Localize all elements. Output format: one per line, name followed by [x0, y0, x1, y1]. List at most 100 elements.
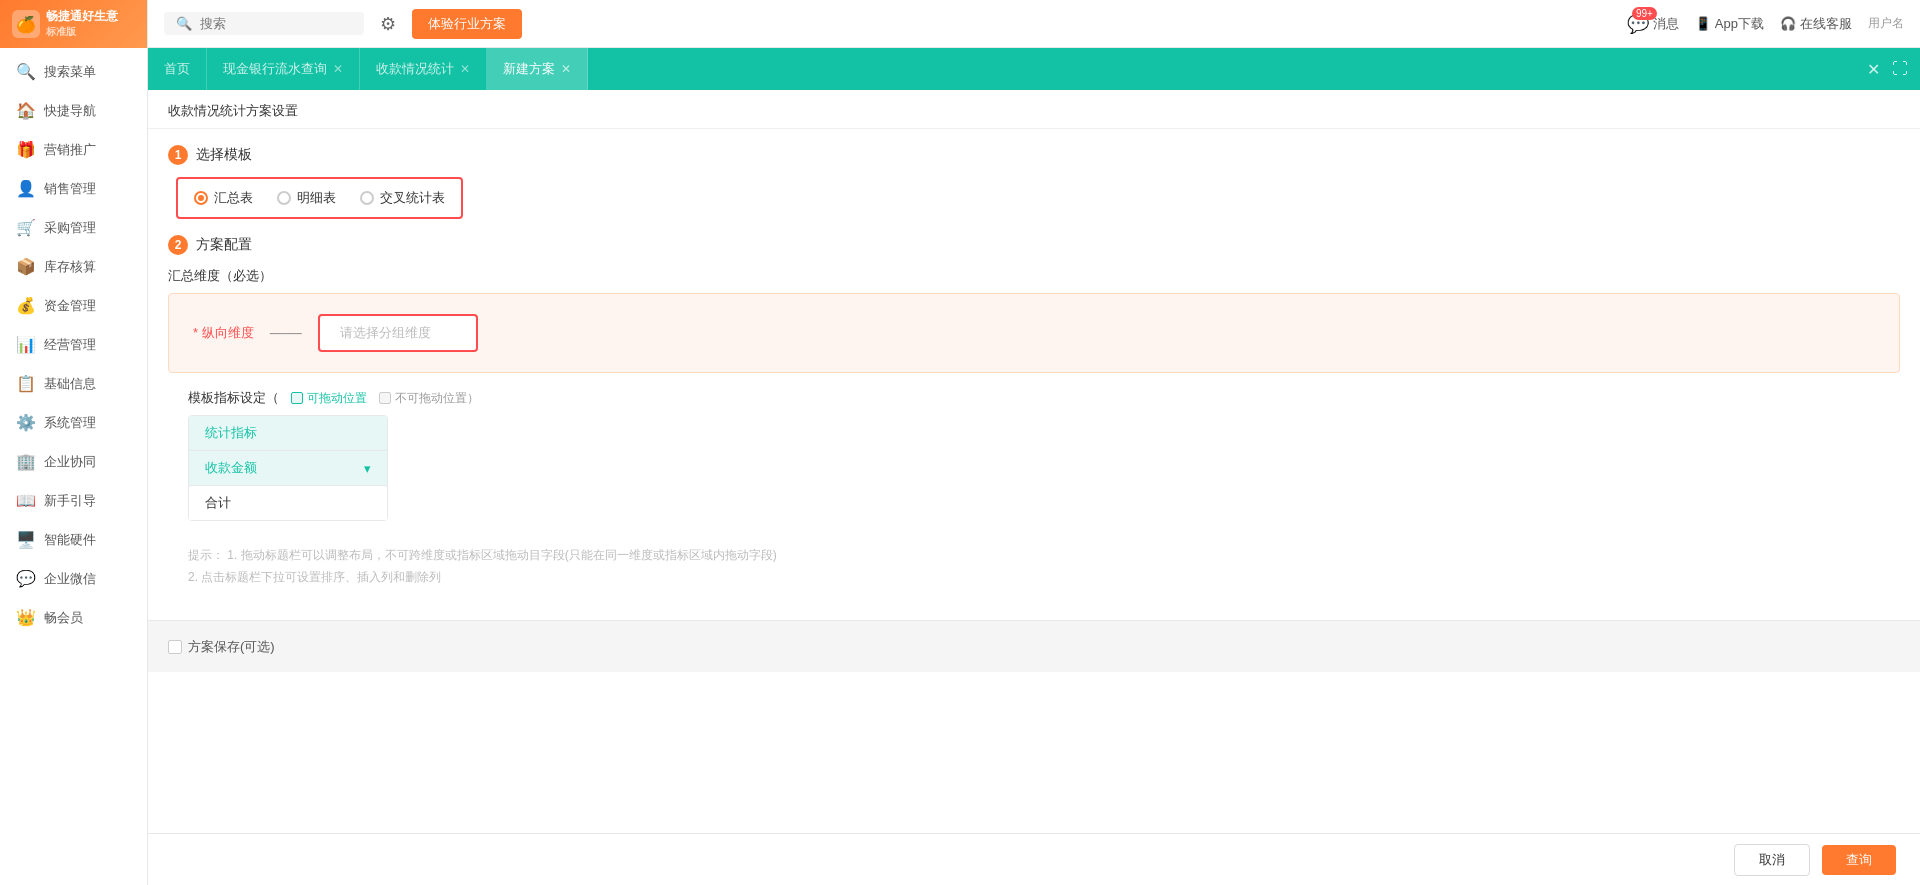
main-area: 🔍 ⚙ 体验行业方案 💬 99+ 消息 📱 App下载 🎧 在线客服 用	[148, 0, 1920, 885]
tab-close-bank-flow[interactable]: ✕	[333, 62, 343, 76]
headphone-icon: 🎧	[1780, 16, 1796, 31]
dim-select-box[interactable]: 请选择分组维度	[318, 314, 478, 352]
tab-close-new-plan[interactable]: ✕	[561, 62, 571, 76]
sidebar-item-sales[interactable]: 👤 销售管理	[0, 169, 147, 208]
movable-badge: 可拖动位置	[291, 390, 367, 407]
tab-close-receipt-stat[interactable]: ✕	[460, 62, 470, 76]
sidebar-item-hardware[interactable]: 🖥️ 智能硬件	[0, 520, 147, 559]
sidebar-item-member[interactable]: 👑 畅会员	[0, 598, 147, 637]
dimension-section: 汇总维度（必选） * 纵向维度 —— 请选择分组维度	[168, 267, 1900, 373]
crown-icon: 👑	[16, 608, 36, 627]
step1-label: 选择模板	[196, 146, 252, 164]
radio-detail[interactable]: 明细表	[277, 189, 336, 207]
sidebar-item-wechat[interactable]: 💬 企业微信	[0, 559, 147, 598]
download-item[interactable]: 📱 App下载	[1695, 15, 1764, 33]
cart-icon: 🛒	[16, 218, 36, 237]
tab-maximize-icon[interactable]: ⛶	[1892, 60, 1908, 78]
save-checkbox-box[interactable]	[168, 640, 182, 654]
content-area: 收款情况统计方案设置 1 选择模板 汇总表 明细表	[148, 90, 1920, 833]
wechat-icon: 💬	[16, 569, 36, 588]
sidebar-item-enterprise[interactable]: 🏢 企业协同	[0, 442, 147, 481]
sidebar-item-search[interactable]: 🔍 搜索菜单	[0, 52, 147, 91]
hardware-icon: 🖥️	[16, 530, 36, 549]
top-bar: 🔍 ⚙ 体验行业方案 💬 99+ 消息 📱 App下载 🎧 在线客服 用	[148, 0, 1920, 48]
radio-summary-circle	[194, 191, 208, 205]
tab-receipt-stat[interactable]: 收款情况统计 ✕	[360, 48, 487, 90]
sidebar-item-guide[interactable]: 📖 新手引导	[0, 481, 147, 520]
indicator-header: 统计指标	[189, 416, 387, 451]
step2-title: 2 方案配置	[168, 235, 1900, 255]
search-box[interactable]: 🔍	[164, 12, 364, 35]
gear-icon[interactable]: ⚙	[380, 13, 396, 35]
sidebar-logo: 🍊 畅捷通好生意 标准版	[0, 0, 147, 48]
indicator-col-header[interactable]: 收款金额 ▾	[189, 451, 387, 486]
tips-section: 提示： 1. 拖动标题栏可以调整布局，不可跨维度或指标区域拖动目字段(只能在同一…	[168, 537, 1900, 604]
money-icon: 💰	[16, 296, 36, 315]
box-icon: 📦	[16, 257, 36, 276]
download-icon: 📱	[1695, 16, 1711, 31]
dimension-area: * 纵向维度 —— 请选择分组维度	[168, 293, 1900, 373]
user-item[interactable]: 用户名	[1868, 15, 1904, 32]
save-checkbox[interactable]: 方案保存(可选)	[168, 638, 275, 656]
sidebar-item-finance[interactable]: 💰 资金管理	[0, 286, 147, 325]
tips-line2: 2. 点击标题栏下拉可设置排序、插入列和删除列	[188, 567, 1880, 589]
tab-new-plan[interactable]: 新建方案 ✕	[487, 48, 588, 90]
step1-title: 1 选择模板	[168, 145, 1900, 165]
home-icon: 🏠	[16, 101, 36, 120]
page-header: 收款情况统计方案设置	[148, 90, 1920, 129]
tabs-bar: 首页 现金银行流水查询 ✕ 收款情况统计 ✕ 新建方案 ✕ ✕ ⛶	[148, 48, 1920, 90]
radio-summary[interactable]: 汇总表	[194, 189, 253, 207]
notification-item[interactable]: 💬 99+ 消息	[1627, 13, 1679, 35]
template-select-box: 汇总表 明细表 交叉统计表	[176, 177, 463, 219]
search-icon: 🔍	[16, 62, 36, 81]
step2-section: 2 方案配置 汇总维度（必选） * 纵向维度 —— 请选择分组维度	[148, 235, 1920, 620]
step1-section: 1 选择模板 汇总表 明细表 交叉统计表	[148, 129, 1920, 235]
logo-icon: 🍊	[12, 10, 40, 38]
tab-bank-flow[interactable]: 现金银行流水查询 ✕	[207, 48, 360, 90]
step2-label: 方案配置	[196, 236, 252, 254]
sidebar-item-purchase[interactable]: 🛒 采购管理	[0, 208, 147, 247]
tabs-right: ✕ ⛶	[1855, 48, 1920, 90]
sidebar-item-basic[interactable]: 📋 基础信息	[0, 364, 147, 403]
unmovable-badge: 不可拖动位置）	[379, 390, 479, 407]
chevron-down-icon: ▾	[364, 461, 371, 476]
tab-home[interactable]: 首页	[148, 48, 207, 90]
tab-minimize-icon[interactable]: ✕	[1867, 60, 1880, 79]
search-input[interactable]	[200, 16, 352, 31]
sidebar-item-marketing[interactable]: 🎁 营销推广	[0, 130, 147, 169]
indicator-label-row: 模板指标设定（ 可拖动位置 不可拖动位置）	[188, 389, 1880, 407]
radio-detail-circle	[277, 191, 291, 205]
sidebar-item-quick-nav[interactable]: 🏠 快捷导航	[0, 91, 147, 130]
content-inner: 收款情况统计方案设置 1 选择模板 汇总表 明细表	[148, 90, 1920, 833]
page-title: 收款情况统计方案设置	[168, 103, 298, 118]
gift-icon: 🎁	[16, 140, 36, 159]
query-button[interactable]: 查询	[1822, 845, 1896, 875]
radio-cross-circle	[360, 191, 374, 205]
top-bar-actions: 💬 99+ 消息 📱 App下载 🎧 在线客服 用户名	[1627, 13, 1904, 35]
sidebar-nav: 🔍 搜索菜单 🏠 快捷导航 🎁 营销推广 👤 销售管理 🛒 采购管理 📦 库存核…	[0, 48, 147, 885]
step2-badge: 2	[168, 235, 188, 255]
list-icon: 📋	[16, 374, 36, 393]
sidebar-item-inventory[interactable]: 📦 库存核算	[0, 247, 147, 286]
sidebar: 🍊 畅捷通好生意 标准版 🔍 搜索菜单 🏠 快捷导航 🎁 营销推广 👤 销售管理…	[0, 0, 148, 885]
action-bar: 取消 查询	[148, 833, 1920, 885]
chart-icon: 📊	[16, 335, 36, 354]
notification-icon: 💬 99+	[1627, 13, 1649, 35]
tips-line1: 提示： 1. 拖动标题栏可以调整布局，不可跨维度或指标区域拖动目字段(只能在同一…	[188, 545, 1880, 567]
footer-bar: 方案保存(可选)	[148, 620, 1920, 672]
cancel-button[interactable]: 取消	[1734, 844, 1810, 876]
sales-icon: 👤	[16, 179, 36, 198]
sidebar-item-system[interactable]: ⚙️ 系统管理	[0, 403, 147, 442]
guide-icon: 📖	[16, 491, 36, 510]
industry-btn[interactable]: 体验行业方案	[412, 9, 522, 39]
radio-cross[interactable]: 交叉统计表	[360, 189, 445, 207]
unmovable-dot	[379, 392, 391, 404]
notification-badge: 99+	[1632, 7, 1657, 20]
indicator-row-total: 合计	[189, 486, 387, 520]
support-item[interactable]: 🎧 在线客服	[1780, 15, 1852, 33]
indicator-table: 统计指标 收款金额 ▾ 合计	[188, 415, 388, 521]
movable-dot	[291, 392, 303, 404]
settings-icon: ⚙️	[16, 413, 36, 432]
sidebar-item-operations[interactable]: 📊 经营管理	[0, 325, 147, 364]
enterprise-icon: 🏢	[16, 452, 36, 471]
